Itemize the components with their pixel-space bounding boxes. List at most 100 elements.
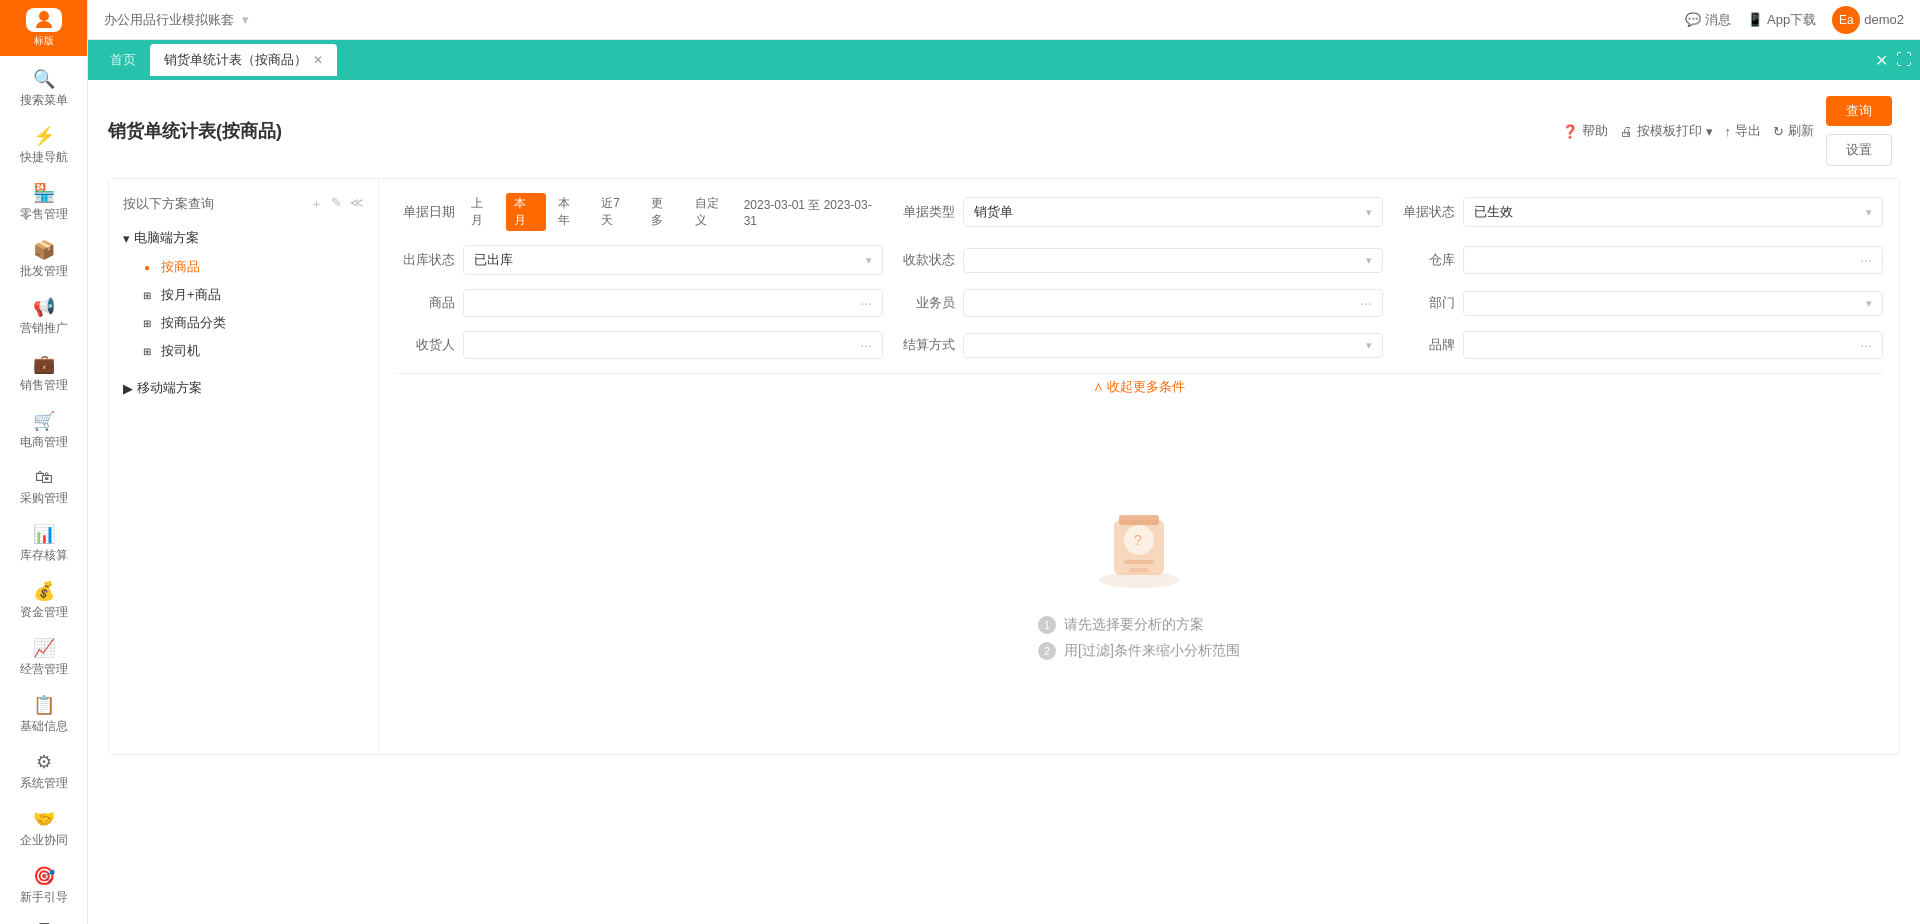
doc-type-select[interactable]: 销货单 ▾ (963, 197, 1383, 227)
guide-icon: 🎯 (33, 865, 55, 887)
product-label: 商品 (395, 294, 455, 312)
print-icon: 🖨 (1620, 124, 1633, 139)
filter-item-brand: 品牌 ··· (1395, 331, 1883, 359)
receipt-status-label: 收款状态 (895, 251, 955, 269)
topbar-left: 办公用品行业模拟账套 ▾ (104, 11, 249, 29)
pc-scheme-parent[interactable]: ▾ 电脑端方案 (109, 223, 378, 253)
mobile-scheme-group: ▶ 移动端方案 (109, 369, 378, 407)
filter-item-doc-type: 单据类型 销货单 ▾ (895, 197, 1383, 227)
operation-icon: 📈 (33, 637, 55, 659)
message-btn[interactable]: 💬 消息 (1685, 11, 1731, 29)
doc-status-arrow: ▾ (1866, 206, 1872, 219)
quick-icon: ⚡ (33, 125, 55, 147)
print-dropdown-icon[interactable]: ▾ (1706, 124, 1713, 139)
export-btn[interactable]: ↑ 导出 (1725, 122, 1762, 140)
filter-actions-col: 查询 设置 (1826, 96, 1900, 166)
close-tab-icon[interactable]: ✕ (313, 53, 323, 67)
date-tab-7days[interactable]: 近7天 (593, 193, 639, 231)
sidebar-item-sales[interactable]: 💼 销售管理 (0, 345, 87, 402)
sidebar-item-search[interactable]: 🔍 搜索菜单 (0, 60, 87, 117)
workspace-dropdown-icon[interactable]: ▾ (242, 12, 249, 27)
empty-num-1: 1 (1038, 616, 1056, 634)
enterprise-icon: 🤝 (33, 808, 55, 830)
sidebar-item-guide[interactable]: 🎯 新手引导 (0, 857, 87, 914)
salesperson-dots[interactable]: ··· (1360, 295, 1372, 311)
date-range-value: 2023-03-01 至 2023-03-31 (744, 197, 883, 228)
warehouse-select[interactable]: ··· (1463, 246, 1883, 274)
edit-scheme-icon[interactable]: ✎ (331, 195, 342, 213)
date-tab-more[interactable]: 更多 (643, 193, 682, 231)
help-btn[interactable]: ❓ 帮助 (1562, 122, 1608, 140)
radio-active-icon: ● (139, 259, 155, 275)
sidebar-item-system[interactable]: ⚙ 系统管理 (0, 743, 87, 800)
sidebar-item-inventory[interactable]: 📊 库存核算 (0, 515, 87, 572)
warehouse-dots[interactable]: ··· (1860, 252, 1872, 268)
refresh-btn[interactable]: ↻ 刷新 (1773, 122, 1814, 140)
date-tab-custom[interactable]: 自定义 (687, 193, 738, 231)
date-tab-last-month[interactable]: 上月 (463, 193, 502, 231)
filter-right-panel: 单据日期 上月 本月 本年 近7天 更多 自定义 20 (379, 179, 1899, 754)
sidebar-item-basic[interactable]: 📋 基础信息 (0, 686, 87, 743)
filter-item-consignee: 收货人 ··· (395, 331, 883, 359)
department-select[interactable]: ▾ (1463, 291, 1883, 316)
filter-item-date: 单据日期 上月 本月 本年 近7天 更多 自定义 20 (395, 193, 883, 231)
close-window-icon[interactable]: ✕ (1875, 51, 1888, 70)
collapse-scheme-icon[interactable]: ≪ (350, 195, 364, 213)
scheme-by-product[interactable]: ● 按商品 (109, 253, 378, 281)
pc-scheme-group: ▾ 电脑端方案 ● 按商品 ⊞ 按月+商品 ⊞ (109, 219, 378, 369)
mobile-scheme-parent[interactable]: ▶ 移动端方案 (109, 373, 378, 403)
sidebar-item-app-center[interactable]: 📱 应用中心 (0, 914, 87, 924)
doc-status-label: 单据状态 (1395, 203, 1455, 221)
tab-home[interactable]: 首页 (96, 44, 150, 76)
sidebar-item-wholesale[interactable]: 📦 批发管理 (0, 231, 87, 288)
sidebar-item-retail[interactable]: 🏪 零售管理 (0, 174, 87, 231)
topbar: 办公用品行业模拟账套 ▾ 💬 消息 📱 App下载 Ea demo2 (88, 0, 1920, 40)
brand-dots[interactable]: ··· (1860, 337, 1872, 353)
brand-select[interactable]: ··· (1463, 331, 1883, 359)
user-avatar-btn[interactable]: Ea demo2 (1832, 6, 1904, 34)
sidebar-item-quick-nav[interactable]: ⚡ 快捷导航 (0, 117, 87, 174)
retail-icon: 🏪 (33, 182, 55, 204)
consignee-select[interactable]: ··· (463, 331, 883, 359)
sidebar-item-marketing[interactable]: 📢 营销推广 (0, 288, 87, 345)
date-tab-this-month[interactable]: 本月 (506, 193, 545, 231)
template-print-btn[interactable]: 🖨 按模板打印 ▾ (1620, 122, 1713, 140)
topbar-right: 💬 消息 📱 App下载 Ea demo2 (1685, 6, 1904, 34)
payment-select[interactable]: ▾ (963, 333, 1383, 358)
product-dots[interactable]: ··· (860, 295, 872, 311)
doc-status-select[interactable]: 已生效 ▾ (1463, 197, 1883, 227)
filter-item-out-status: 出库状态 已出库 ▾ (395, 245, 883, 275)
refresh-icon: ↻ (1773, 124, 1784, 139)
sales-tab-label: 销货单统计表（按商品） (164, 51, 307, 69)
sidebar-item-ecommerce[interactable]: 🛒 电商管理 (0, 402, 87, 459)
sidebar-item-purchase[interactable]: 🛍 采购管理 (0, 459, 87, 515)
sidebar-item-operation[interactable]: 📈 经营管理 (0, 629, 87, 686)
consignee-dots[interactable]: ··· (860, 337, 872, 353)
fullscreen-icon[interactable]: ⛶ (1896, 51, 1912, 69)
svg-rect-7 (1129, 568, 1149, 572)
app-download-btn[interactable]: 📱 App下载 (1747, 11, 1816, 29)
scheme-by-month-product[interactable]: ⊞ 按月+商品 (109, 281, 378, 309)
scheme-by-machine[interactable]: ⊞ 按司机 (109, 337, 378, 365)
sidebar-item-enterprise[interactable]: 🤝 企业协同 (0, 800, 87, 857)
export-icon: ↑ (1725, 124, 1732, 139)
tab-resize-btn[interactable]: ✕ ⛶ (1875, 51, 1912, 70)
scheme-by-category[interactable]: ⊞ 按商品分类 (109, 309, 378, 337)
tab-sales-stat[interactable]: 销货单统计表（按商品） ✕ (150, 44, 337, 76)
add-scheme-icon[interactable]: ＋ (310, 195, 323, 213)
date-tab-this-year[interactable]: 本年 (550, 193, 589, 231)
chevron-down-icon: ▾ (123, 231, 130, 246)
setting-button[interactable]: 设置 (1826, 134, 1892, 166)
filter-row-4: 收货人 ··· 结算方式 ▾ (395, 331, 1883, 359)
inventory-icon: 📊 (33, 523, 55, 545)
collapse-btn[interactable]: ∧ 收起更多条件 (395, 373, 1883, 400)
date-filter: 上月 本月 本年 近7天 更多 自定义 2023-03-01 至 2023-03… (463, 193, 883, 231)
receipt-status-select[interactable]: ▾ (963, 248, 1383, 273)
query-button[interactable]: 查询 (1826, 96, 1892, 126)
sidebar-item-finance[interactable]: 💰 资金管理 (0, 572, 87, 629)
filter-item-payment: 结算方式 ▾ (895, 333, 1383, 358)
salesperson-select[interactable]: ··· (963, 289, 1383, 317)
out-status-select[interactable]: 已出库 ▾ (463, 245, 883, 275)
product-select[interactable]: ··· (463, 289, 883, 317)
filter-left-panel: 按以下方案查询 ＋ ✎ ≪ ▾ 电脑端方案 ● (109, 179, 379, 754)
